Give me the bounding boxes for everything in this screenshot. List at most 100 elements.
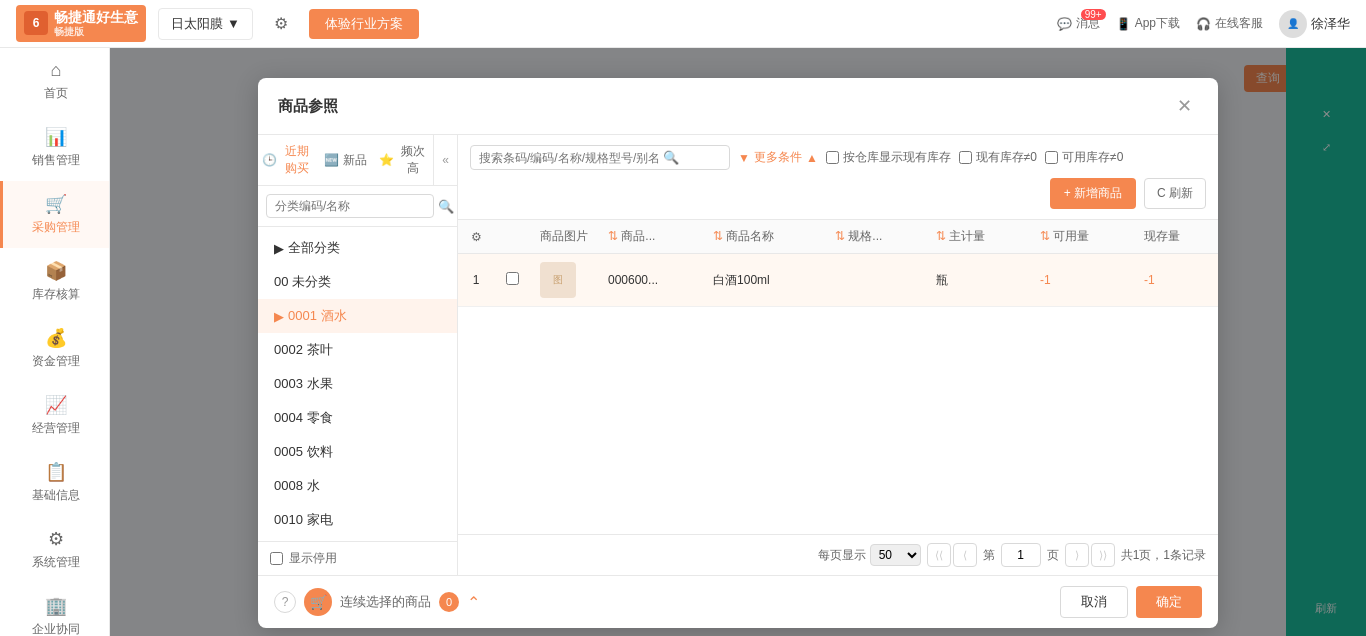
footer-buttons: 取消 确定 bbox=[1060, 586, 1202, 618]
right-panel: 🔍 ▼ 更多条件 ▲ 按仓库显示现有库存 bbox=[458, 135, 1218, 575]
per-page-select[interactable]: 50 10 20 100 bbox=[870, 544, 921, 566]
col-settings[interactable]: ⚙ bbox=[458, 220, 494, 254]
row-code: 000600... bbox=[598, 254, 703, 307]
cancel-button[interactable]: 取消 bbox=[1060, 586, 1128, 618]
modal-overlay: 商品参照 ✕ 🕒 近期购买 🆕 bbox=[110, 48, 1366, 636]
product-thumbnail: 图 bbox=[540, 262, 576, 298]
category-search-icon[interactable]: 🔍 bbox=[438, 199, 454, 214]
col-spec[interactable]: ⇅ 规格... bbox=[825, 220, 926, 254]
collapse-arrow-icon[interactable]: ⌃ bbox=[467, 593, 480, 612]
settings-icon[interactable]: ⚙ bbox=[265, 8, 297, 40]
cart-icon[interactable]: 🛒 bbox=[304, 588, 332, 616]
main-layout: ⌂ 首页 📊 销售管理 🛒 采购管理 📦 库存核算 💰 资金管理 📈 经营管理 … bbox=[0, 48, 1366, 636]
basic-icon: 📋 bbox=[45, 461, 67, 483]
pagination: 每页显示 50 10 20 100 ⟨⟨ ⟨ bbox=[458, 534, 1218, 575]
category-list: ▶ 全部分类 00 未分类 ▶ 0001 酒水 0002 茶 bbox=[258, 227, 457, 541]
category-search-input[interactable] bbox=[266, 194, 434, 218]
category-0003[interactable]: 0003 水果 bbox=[258, 367, 457, 401]
checkbox-warehouse-stock[interactable]: 按仓库显示现有库存 bbox=[826, 149, 951, 166]
online-service[interactable]: 🎧 在线客服 bbox=[1196, 15, 1263, 32]
sort-icon-name: ⇅ bbox=[713, 229, 723, 243]
tab-new[interactable]: 🆕 新品 bbox=[316, 135, 374, 185]
sidebar-item-enterprise[interactable]: 🏢 企业协同 bbox=[0, 583, 109, 636]
sidebar-item-basic[interactable]: 📋 基础信息 bbox=[0, 449, 109, 516]
sort-icon-available: ⇅ bbox=[1040, 229, 1050, 243]
row-spec bbox=[825, 254, 926, 307]
checkbox-available-stock[interactable]: 现有库存≠0 bbox=[959, 149, 1037, 166]
filter-icon: ▼ bbox=[738, 151, 750, 165]
cart-area: ? 🛒 连续选择的商品 0 ⌃ bbox=[274, 588, 1050, 616]
table-row[interactable]: 1 图 000600... 白酒100ml 瓶 -1 -1 bbox=[458, 254, 1218, 307]
dialog: 商品参照 ✕ 🕒 近期购买 🆕 bbox=[258, 78, 1218, 628]
page-number-input[interactable] bbox=[1001, 543, 1041, 567]
product-search-input[interactable] bbox=[479, 151, 659, 165]
sidebar-item-sales[interactable]: 📊 销售管理 bbox=[0, 114, 109, 181]
sidebar-item-stock[interactable]: 📦 库存核算 bbox=[0, 248, 109, 315]
logo-icon: 6 bbox=[24, 11, 48, 35]
more-filter-button[interactable]: ▼ 更多条件 ▲ bbox=[738, 149, 818, 166]
logo: 6 畅捷通好生意 畅捷版 bbox=[16, 5, 146, 42]
category-0002[interactable]: 0002 茶叶 bbox=[258, 333, 457, 367]
chevron-down-icon: ▼ bbox=[227, 16, 240, 31]
enterprise-icon: 🏢 bbox=[45, 595, 67, 617]
sidebar-item-purchase[interactable]: 🛒 采购管理 bbox=[0, 181, 109, 248]
help-icon[interactable]: ? bbox=[274, 591, 296, 613]
row-available: -1 bbox=[1030, 254, 1134, 307]
company-dropdown[interactable]: 日太阳膜 ▼ bbox=[158, 8, 253, 40]
show-disabled-checkbox[interactable] bbox=[270, 552, 283, 565]
left-search-area: 🔍 bbox=[258, 186, 457, 227]
sidebar-item-home[interactable]: ⌂ 首页 bbox=[0, 48, 109, 114]
message-icon[interactable]: 💬 消息 99+ bbox=[1057, 15, 1100, 32]
recent-icon: 🕒 bbox=[262, 153, 277, 167]
trial-button[interactable]: 体验行业方案 bbox=[309, 9, 419, 39]
col-unit[interactable]: ⇅ 主计量 bbox=[926, 220, 1030, 254]
collapse-button[interactable]: « bbox=[433, 135, 457, 185]
page-size-selector: 每页显示 50 10 20 100 bbox=[818, 544, 921, 566]
expand-arrow-icon: ▶ bbox=[274, 241, 284, 256]
tab-frequent[interactable]: ⭐ 频次高 bbox=[375, 135, 433, 185]
logo-text: 畅捷通好生意 畅捷版 bbox=[54, 9, 138, 38]
category-0005[interactable]: 0005 饮料 bbox=[258, 435, 457, 469]
category-0008[interactable]: 0008 水 bbox=[258, 469, 457, 503]
sales-icon: 📊 bbox=[45, 126, 67, 148]
sidebar-item-system[interactable]: ⚙ 系统管理 bbox=[0, 516, 109, 583]
page-total-info: 共1页，1条记录 bbox=[1121, 547, 1206, 564]
sort-icon: ⇅ bbox=[608, 229, 618, 243]
category-0010[interactable]: 0010 家电 bbox=[258, 503, 457, 537]
row-checkbox[interactable] bbox=[494, 254, 530, 307]
dialog-close-button[interactable]: ✕ bbox=[1170, 92, 1198, 120]
first-page-button[interactable]: ⟨⟨ bbox=[927, 543, 951, 567]
refresh-button[interactable]: C 刷新 bbox=[1144, 178, 1206, 209]
next-page-button[interactable]: ⟩ bbox=[1065, 543, 1089, 567]
left-panel: 🕒 近期购买 🆕 新品 ⭐ 频次高 « bbox=[258, 135, 458, 575]
row-unit: 瓶 bbox=[926, 254, 1030, 307]
sort-icon-unit: ⇅ bbox=[936, 229, 946, 243]
category-00[interactable]: 00 未分类 bbox=[258, 265, 457, 299]
add-product-button[interactable]: + 新增商品 bbox=[1050, 178, 1136, 209]
col-available[interactable]: ⇅ 可用量 bbox=[1030, 220, 1134, 254]
business-icon: 📈 bbox=[45, 394, 67, 416]
sort-icon-spec: ⇅ bbox=[835, 229, 845, 243]
checkbox-usable-stock[interactable]: 可用库存≠0 bbox=[1045, 149, 1123, 166]
last-page-button[interactable]: ⟩⟩ bbox=[1091, 543, 1115, 567]
home-icon: ⌂ bbox=[51, 60, 62, 81]
category-all[interactable]: ▶ 全部分类 bbox=[258, 231, 457, 265]
toolbar: 🔍 ▼ 更多条件 ▲ 按仓库显示现有库存 bbox=[458, 135, 1218, 220]
category-0004[interactable]: 0004 零食 bbox=[258, 401, 457, 435]
topbar: 6 畅捷通好生意 畅捷版 日太阳膜 ▼ ⚙ 体验行业方案 💬 消息 99+ 📱 … bbox=[0, 0, 1366, 48]
category-0001[interactable]: ▶ 0001 酒水 bbox=[258, 299, 457, 333]
table-body: 1 图 000600... 白酒100ml 瓶 -1 -1 bbox=[458, 254, 1218, 307]
sidebar-item-business[interactable]: 📈 经营管理 bbox=[0, 382, 109, 449]
confirm-button[interactable]: 确定 bbox=[1136, 586, 1202, 618]
col-name[interactable]: ⇅ 商品名称 bbox=[703, 220, 825, 254]
user-menu[interactable]: 👤 徐泽华 bbox=[1279, 10, 1350, 38]
product-search-icon[interactable]: 🔍 bbox=[663, 150, 679, 165]
tab-recent[interactable]: 🕒 近期购买 bbox=[258, 135, 316, 185]
show-disabled-area: 显示停用 bbox=[258, 541, 457, 575]
prev-page-button[interactable]: ⟨ bbox=[953, 543, 977, 567]
col-code[interactable]: ⇅ 商品... bbox=[598, 220, 703, 254]
sidebar-item-finance[interactable]: 💰 资金管理 bbox=[0, 315, 109, 382]
row-img: 图 bbox=[530, 254, 598, 307]
purchase-icon: 🛒 bbox=[45, 193, 67, 215]
app-download[interactable]: 📱 App下载 bbox=[1116, 15, 1180, 32]
